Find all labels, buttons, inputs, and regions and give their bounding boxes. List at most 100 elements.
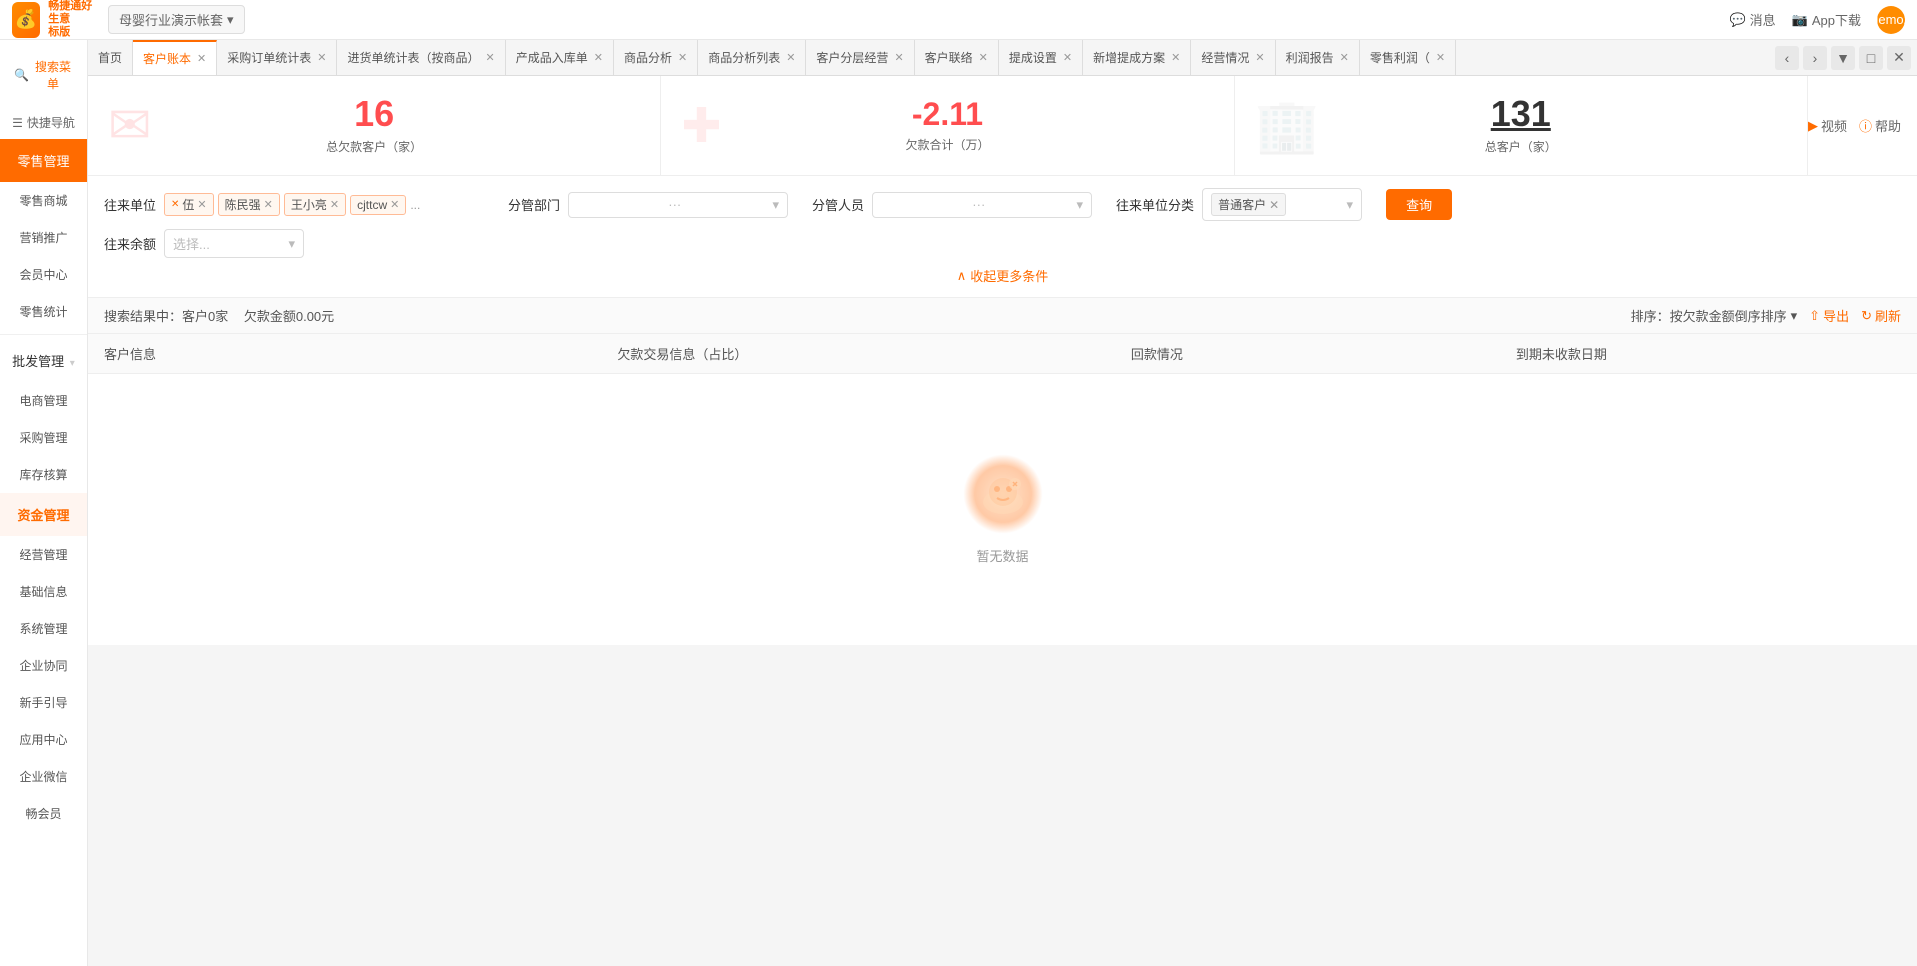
tab-close-customer-tier[interactable]: ✕ [894, 51, 903, 64]
tab-business-status[interactable]: 经营情况 ✕ [1191, 40, 1275, 75]
sidebar-item-batch-management[interactable]: 批发管理 ▾ [0, 339, 87, 382]
video-button[interactable]: ▶ 视频 [1808, 116, 1847, 135]
help-button[interactable]: ⓘ 帮助 [1859, 116, 1901, 135]
sidebar-item-basic-info[interactable]: 基础信息 [0, 573, 87, 610]
tag-close-wu[interactable]: ✕ [197, 198, 206, 211]
tab-close-purchase-stats[interactable]: ✕ [486, 51, 495, 64]
filter-tag-chen[interactable]: 陈民强 ✕ [218, 193, 280, 216]
tab-customer-account[interactable]: 客户账本 ✕ [133, 40, 217, 75]
tab-next-button[interactable]: › [1803, 46, 1827, 70]
table-col-repayment: 回款情况 [1131, 344, 1516, 363]
empty-state: 暂无数据 [88, 374, 1917, 645]
remainder-filter-select[interactable]: 选择... ▾ [164, 229, 304, 258]
unit-category-filter-select[interactable]: 普通客户 ✕ ▾ [1202, 188, 1362, 221]
sidebar-item-app-center[interactable]: 应用中心 [0, 721, 87, 758]
unit-filter-label: 往来单位 [104, 195, 156, 214]
sidebar-item-retail-stats[interactable]: 零售统计 [0, 293, 87, 330]
sidebar-item-retail-mall[interactable]: 零售商城 [0, 182, 87, 219]
tab-commission-settings[interactable]: 提成设置 ✕ [999, 40, 1083, 75]
workspace-selector[interactable]: 母婴行业演示帐套 ▾ [108, 5, 245, 34]
results-debt-total: 欠款金额0.00元 [244, 309, 334, 324]
tab-new-commission[interactable]: 新增提成方案 ✕ [1083, 40, 1191, 75]
refresh-button[interactable]: ↻ 刷新 [1861, 306, 1901, 325]
tab-profit-report[interactable]: 利润报告 ✕ [1276, 40, 1360, 75]
message-icon: 💬 [1729, 12, 1745, 28]
tab-close-profit-report[interactable]: ✕ [1340, 51, 1349, 64]
video-icon: ▶ [1808, 118, 1818, 134]
person-extra-icon: ··· [972, 197, 985, 212]
unit-category-tag[interactable]: 普通客户 ✕ [1211, 193, 1286, 216]
tab-purchase-order[interactable]: 采购订单统计表 ✕ [217, 40, 337, 75]
sidebar-item-inventory[interactable]: 库存核算 [0, 456, 87, 493]
tab-close-customer-account[interactable]: ✕ [197, 52, 206, 65]
top-bar-right: 💬 消息 📷 App下载 demo2 [1729, 6, 1905, 34]
table-body: 暂无数据 [88, 374, 1917, 645]
results-summary: 搜索结果中：客户0家 [104, 309, 228, 324]
query-button[interactable]: 查询 [1386, 189, 1452, 220]
tab-prev-button[interactable]: ‹ [1775, 46, 1799, 70]
content-area: 首页 客户账本 ✕ 采购订单统计表 ✕ 进货单统计表（按商品） ✕ 产成品入库单… [88, 40, 1917, 966]
export-button[interactable]: ⇧ 导出 [1809, 306, 1849, 325]
unit-category-tag-close[interactable]: ✕ [1269, 198, 1279, 212]
sidebar-item-enterprise-wechat[interactable]: 企业微信 [0, 758, 87, 795]
tab-retail-profit[interactable]: 零售利润（ ✕ [1360, 40, 1456, 75]
sidebar-search[interactable]: 🔍 搜索菜单 [0, 40, 87, 106]
tag-close-chen[interactable]: ✕ [264, 198, 273, 211]
sidebar-item-purchase-management[interactable]: 采购管理 [0, 419, 87, 456]
filter-tag-cjttcw[interactable]: cjttcw ✕ [350, 195, 406, 215]
sidebar-item-system-management[interactable]: 系统管理 [0, 610, 87, 647]
more-tags-button[interactable]: ... [410, 198, 420, 212]
user-avatar[interactable]: demo2 [1877, 6, 1905, 34]
sidebar-item-member-center[interactable]: 会员中心 [0, 256, 87, 293]
collapse-button[interactable]: ∧ 收起更多条件 [104, 266, 1901, 285]
stat-label-total: 总客户（家） [1485, 138, 1557, 155]
tab-purchase-stats[interactable]: 进货单统计表（按商品） ✕ [337, 40, 505, 75]
tab-bar-controls: ‹ › ▼ □ ✕ [1769, 46, 1917, 70]
tab-close-goods-analysis-list[interactable]: ✕ [786, 51, 795, 64]
tab-close-production-instock[interactable]: ✕ [594, 51, 603, 64]
tab-home[interactable]: 首页 [88, 40, 133, 75]
message-button[interactable]: 💬 消息 [1729, 10, 1775, 29]
tab-goods-analysis[interactable]: 商品分析 ✕ [614, 40, 698, 75]
tab-close-purchase-order[interactable]: ✕ [317, 51, 326, 64]
tab-close-goods-analysis[interactable]: ✕ [678, 51, 687, 64]
sidebar-item-newcomer-guide[interactable]: 新手引导 [0, 684, 87, 721]
sort-arrow-icon: ▾ [1791, 308, 1798, 324]
app-subtitle: 标版 [48, 26, 100, 39]
sidebar-item-vip-member[interactable]: 畅会员 [0, 795, 87, 832]
filter-tag-wang[interactable]: 王小亮 ✕ [284, 193, 346, 216]
person-filter-select[interactable]: ··· ▾ [872, 192, 1092, 218]
sidebar-item-ecommerce[interactable]: 电商管理 [0, 382, 87, 419]
app-download-button[interactable]: 📷 App下载 [1792, 10, 1861, 29]
tab-close-retail-profit[interactable]: ✕ [1436, 51, 1445, 64]
tab-close-all-button[interactable]: ✕ [1887, 46, 1911, 70]
filter-tag-wu[interactable]: ✕ 伍 ✕ [164, 193, 214, 216]
quick-nav-button[interactable]: ☰ 快捷导航 [0, 106, 87, 139]
stat-card-debt: ✚ -2.11 欠款合计（万） [661, 76, 1234, 175]
tag-close-wang[interactable]: ✕ [330, 198, 339, 211]
table-col-overdue: 到期未收款日期 [1516, 344, 1901, 363]
sidebar-item-enterprise-collab[interactable]: 企业协同 [0, 647, 87, 684]
sidebar-item-marketing[interactable]: 营销推广 [0, 219, 87, 256]
tab-bar: 首页 客户账本 ✕ 采购订单统计表 ✕ 进货单统计表（按商品） ✕ 产成品入库单… [88, 40, 1917, 76]
tab-goods-analysis-list[interactable]: 商品分析列表 ✕ [698, 40, 806, 75]
tab-close-new-commission[interactable]: ✕ [1171, 51, 1180, 64]
search-menu-button[interactable]: 🔍 搜索菜单 [8, 52, 79, 98]
tab-close-customer-connect[interactable]: ✕ [979, 51, 988, 64]
sidebar-item-operations-management[interactable]: 经营管理 [0, 536, 87, 573]
sidebar-item-retail-management[interactable]: 零售管理 [0, 139, 87, 182]
tab-close-business-status[interactable]: ✕ [1255, 51, 1264, 64]
stat-label-debt: 欠款合计（万） [905, 136, 989, 153]
logo-area: 💰 畅捷通好生意 标版 [12, 0, 100, 39]
results-actions: 排序：按欠款金额倒序排序 ▾ ⇧ 导出 ↻ 刷新 [1631, 306, 1901, 325]
tab-customer-tier[interactable]: 客户分层经营 ✕ [806, 40, 914, 75]
tab-menu-button[interactable]: ▼ [1831, 46, 1855, 70]
tab-close-commission-settings[interactable]: ✕ [1063, 51, 1072, 64]
tab-production-instock[interactable]: 产成品入库单 ✕ [506, 40, 614, 75]
tab-maximize-button[interactable]: □ [1859, 46, 1883, 70]
tab-customer-connect[interactable]: 客户联络 ✕ [915, 40, 999, 75]
department-filter-select[interactable]: ··· ▾ [568, 192, 788, 218]
sort-label[interactable]: 排序：按欠款金额倒序排序 ▾ [1631, 306, 1798, 325]
sidebar-item-capital-management[interactable]: 资金管理 [0, 493, 87, 536]
tag-close-cjttcw[interactable]: ✕ [390, 198, 399, 211]
